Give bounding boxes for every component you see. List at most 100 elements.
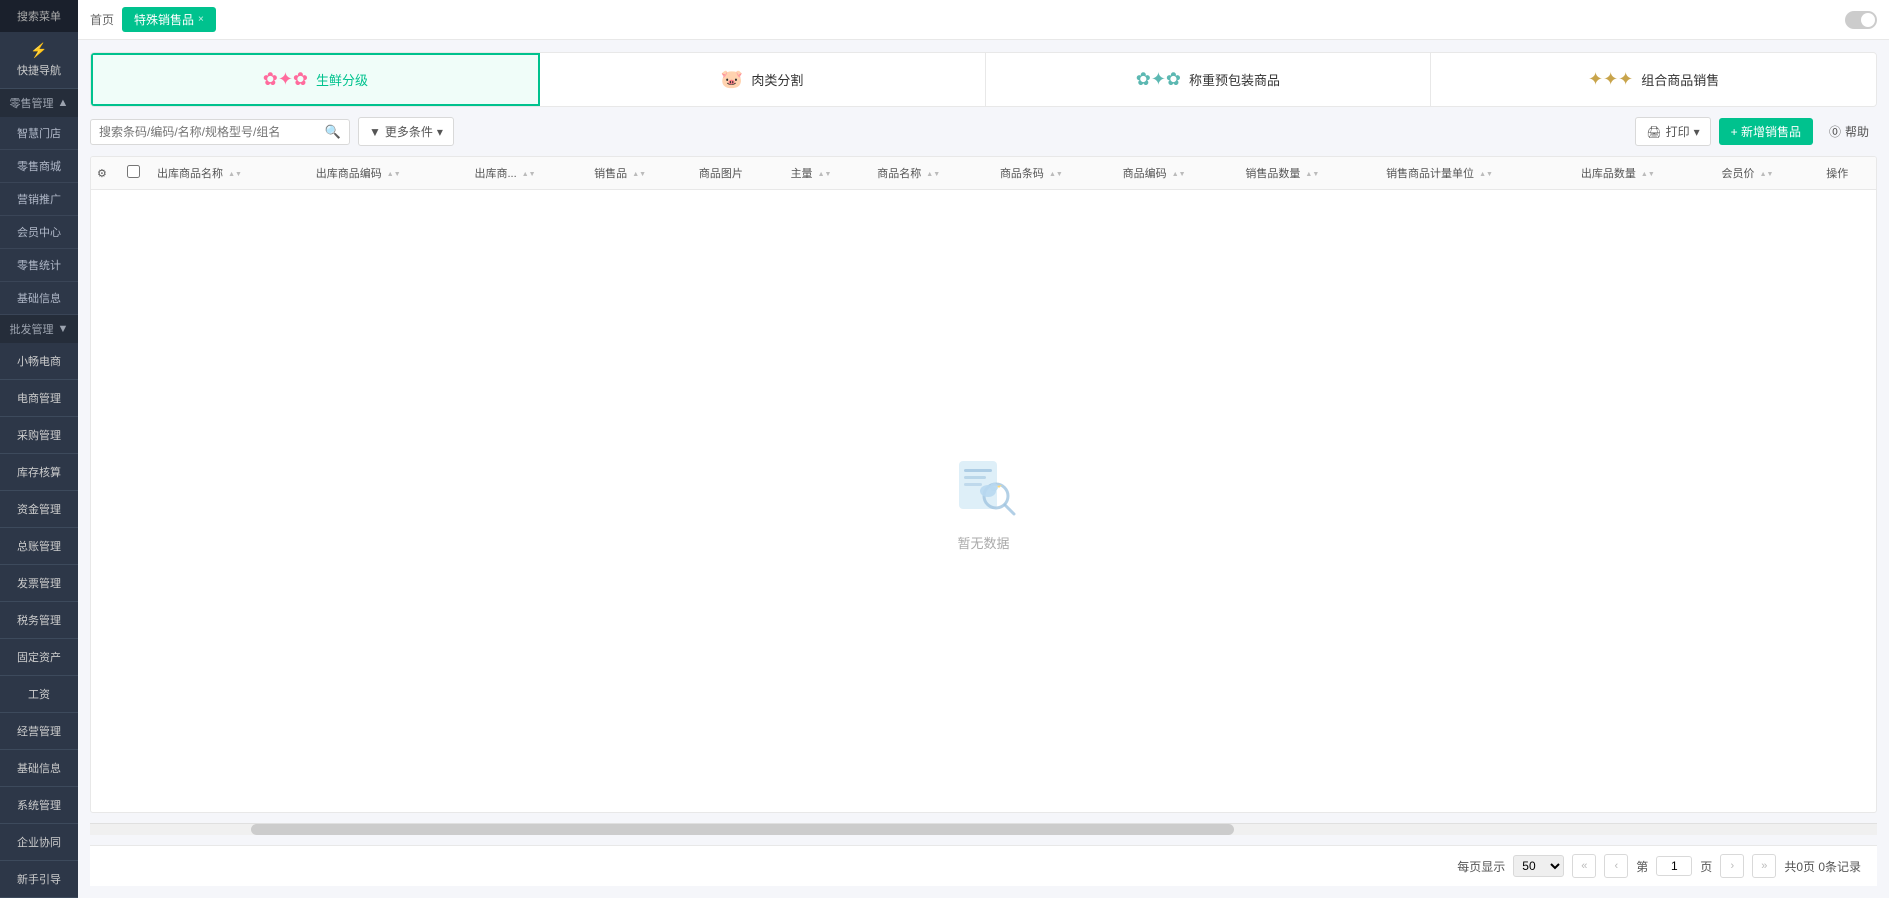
- th-out-product-code[interactable]: 出库商品编码 ▲▼: [310, 157, 469, 190]
- th-product-image[interactable]: 商品图片: [693, 157, 785, 190]
- sort-arrows-product-code: ▲▼: [1172, 171, 1186, 178]
- sidebar-item-inventory[interactable]: 库存核算: [0, 454, 78, 491]
- first-page-button[interactable]: «: [1572, 854, 1596, 878]
- sidebar-item-invoice[interactable]: 发票管理: [0, 565, 78, 602]
- prev-page-button[interactable]: ‹: [1604, 854, 1628, 878]
- home-link[interactable]: 首页: [90, 11, 114, 28]
- th-out-product-spec[interactable]: 出库商... ▲▼: [468, 157, 588, 190]
- sort-arrows-out-spec: ▲▼: [522, 171, 536, 178]
- th-main-weight[interactable]: 主量 ▲▼: [785, 157, 872, 190]
- sort-arrows-barcode: ▲▼: [1049, 171, 1063, 178]
- scroll-thumb[interactable]: [251, 824, 1234, 835]
- wholesale-arrow-icon: ▼: [58, 323, 69, 335]
- sidebar-item-ecommerce[interactable]: 电商管理: [0, 380, 78, 417]
- tab-pork-cutting[interactable]: 🐷 肉类分割: [540, 53, 986, 106]
- theme-toggle[interactable]: [1845, 11, 1877, 29]
- th-product-name[interactable]: 商品名称 ▲▼: [871, 157, 994, 190]
- th-settings[interactable]: ⚙: [91, 157, 121, 190]
- sidebar-item-purchase[interactable]: 采购管理: [0, 417, 78, 454]
- th-out-product-name[interactable]: 出库商品名称 ▲▼: [151, 157, 310, 190]
- active-tab[interactable]: 特殊销售品 ×: [122, 7, 216, 32]
- th-member-price[interactable]: 会员价 ▲▼: [1716, 157, 1821, 190]
- add-product-button[interactable]: + 新增销售品: [1719, 118, 1813, 145]
- settings-icon: ⚙: [97, 168, 107, 180]
- sort-arrows-sales-unit: ▲▼: [1479, 171, 1493, 178]
- sort-arrows-member-price: ▲▼: [1760, 171, 1774, 178]
- select-all-checkbox[interactable]: [127, 165, 140, 178]
- sidebar-item-quick-nav[interactable]: ⚡ 快捷导航: [0, 32, 78, 89]
- pork-icon: 🐷: [721, 69, 743, 90]
- th-product-barcode[interactable]: 商品条码 ▲▼: [994, 157, 1117, 190]
- per-page-select[interactable]: 10 20 50 100: [1513, 855, 1564, 877]
- sidebar-item-guide[interactable]: 新手引导: [0, 861, 78, 898]
- sort-arrows-out-qty: ▲▼: [1641, 171, 1655, 178]
- toolbar: 🔍 ▼ 更多条件 ▾ 🖨 打印 ▾ + 新增销售品 ⓪ 帮助: [90, 117, 1877, 146]
- next-page-button[interactable]: ›: [1720, 854, 1744, 878]
- topbar-right: [1845, 11, 1877, 29]
- scale-icon: ✿✦✿: [1136, 69, 1181, 90]
- th-sales-qty[interactable]: 销售品数量 ▲▼: [1239, 157, 1380, 190]
- empty-state: 暂无数据: [91, 190, 1876, 812]
- search-input[interactable]: [99, 125, 321, 139]
- pagination: 每页显示 10 20 50 100 « ‹ 第 页 › » 共0页 0条记录: [90, 845, 1877, 886]
- empty-text: 暂无数据: [957, 533, 1009, 552]
- sidebar-item-operations[interactable]: 经营管理: [0, 713, 78, 750]
- th-actions: 操作: [1820, 157, 1876, 190]
- last-page-button[interactable]: »: [1752, 854, 1776, 878]
- help-button[interactable]: ⓪ 帮助: [1821, 118, 1877, 145]
- search-icon[interactable]: 🔍: [325, 124, 341, 140]
- sort-arrows-sales-qty: ▲▼: [1305, 171, 1319, 178]
- sidebar-item-basic-info[interactable]: 基础信息: [0, 750, 78, 787]
- sidebar: 搜索菜单 ⚡ 快捷导航 零售管理 ▲ 智慧门店 零售商城 营销推广 会员中心 零…: [0, 0, 78, 898]
- sidebar-item-mini-store[interactable]: 小畅电商: [0, 343, 78, 380]
- th-checkbox[interactable]: [121, 157, 151, 190]
- sidebar-item-assets[interactable]: 固定资产: [0, 639, 78, 676]
- print-icon: 🖨: [1646, 125, 1661, 139]
- close-tab-icon[interactable]: ×: [198, 14, 204, 25]
- page-content: ✿✦✿ 生鲜分级 🐷 肉类分割 ✿✦✿ 称重预包装商品 ✦✦✦ 组合商品销售 🔍: [78, 40, 1889, 898]
- tab-fresh-grading[interactable]: ✿✦✿ 生鲜分级: [91, 53, 540, 106]
- sidebar-logo: 搜索菜单: [0, 0, 78, 32]
- th-product-code[interactable]: 商品编码 ▲▼: [1117, 157, 1240, 190]
- sidebar-section-wholesale[interactable]: 批发管理 ▼: [0, 315, 78, 343]
- total-label: 共0页 0条记录: [1784, 858, 1861, 875]
- sidebar-item-marketing[interactable]: 营销推广: [0, 183, 78, 216]
- filter-button[interactable]: ▼ 更多条件 ▾: [358, 117, 454, 146]
- fresh-icon: ✿✦✿: [263, 69, 308, 90]
- print-button[interactable]: 🖨 打印 ▾: [1635, 117, 1710, 146]
- th-sales-unit[interactable]: 销售商品计量单位 ▲▼: [1380, 157, 1575, 190]
- sidebar-item-system[interactable]: 系统管理: [0, 787, 78, 824]
- sidebar-item-members[interactable]: 会员中心: [0, 216, 78, 249]
- sidebar-item-retail-mall[interactable]: 零售商城: [0, 150, 78, 183]
- sidebar-item-basic-info-retail[interactable]: 基础信息: [0, 282, 78, 315]
- page-number-input[interactable]: [1656, 856, 1692, 876]
- topbar: 首页 特殊销售品 ×: [78, 0, 1889, 40]
- sort-arrows-main-weight: ▲▼: [818, 171, 832, 178]
- product-type-tabs: ✿✦✿ 生鲜分级 🐷 肉类分割 ✿✦✿ 称重预包装商品 ✦✦✦ 组合商品销售: [90, 52, 1877, 107]
- sidebar-item-smart-store[interactable]: 智慧门店: [0, 117, 78, 150]
- sidebar-item-wage[interactable]: 工资: [0, 676, 78, 713]
- data-table-container: ⚙ 出库商品名称 ▲▼ 出库商品编码 ▲▼: [90, 156, 1877, 813]
- sidebar-item-tax[interactable]: 税务管理: [0, 602, 78, 639]
- th-sales-product[interactable]: 销售品 ▲▼: [588, 157, 693, 190]
- retail-arrow-icon: ▲: [58, 97, 69, 109]
- combo-icon: ✦✦✦: [1588, 69, 1633, 90]
- sort-arrows-out-name: ▲▼: [228, 171, 242, 178]
- help-icon: ⓪: [1829, 123, 1841, 140]
- sidebar-section-retail[interactable]: 零售管理 ▲: [0, 89, 78, 117]
- sort-arrows-sales-product: ▲▼: [632, 171, 646, 178]
- sort-arrows-product-name: ▲▼: [926, 171, 940, 178]
- main-content: 首页 特殊销售品 × ✿✦✿ 生鲜分级 🐷 肉类分割 ✿✦✿ 称重预包装商品: [78, 0, 1889, 898]
- page-label-prefix: 第: [1636, 858, 1648, 875]
- product-table: ⚙ 出库商品名称 ▲▼ 出库商品编码 ▲▼: [91, 157, 1876, 190]
- search-box[interactable]: 🔍: [90, 119, 350, 145]
- horizontal-scrollbar[interactable]: [90, 823, 1877, 835]
- sidebar-item-enterprise[interactable]: 企业协同: [0, 824, 78, 861]
- sidebar-item-ledger[interactable]: 总账管理: [0, 528, 78, 565]
- page-label: 页: [1700, 858, 1712, 875]
- sidebar-item-finance[interactable]: 资金管理: [0, 491, 78, 528]
- sidebar-item-retail-stats[interactable]: 零售统计: [0, 249, 78, 282]
- tab-scale-prepack[interactable]: ✿✦✿ 称重预包装商品: [986, 53, 1432, 106]
- tab-combo-sales[interactable]: ✦✦✦ 组合商品销售: [1431, 53, 1876, 106]
- th-out-qty[interactable]: 出库品数量 ▲▼: [1575, 157, 1716, 190]
